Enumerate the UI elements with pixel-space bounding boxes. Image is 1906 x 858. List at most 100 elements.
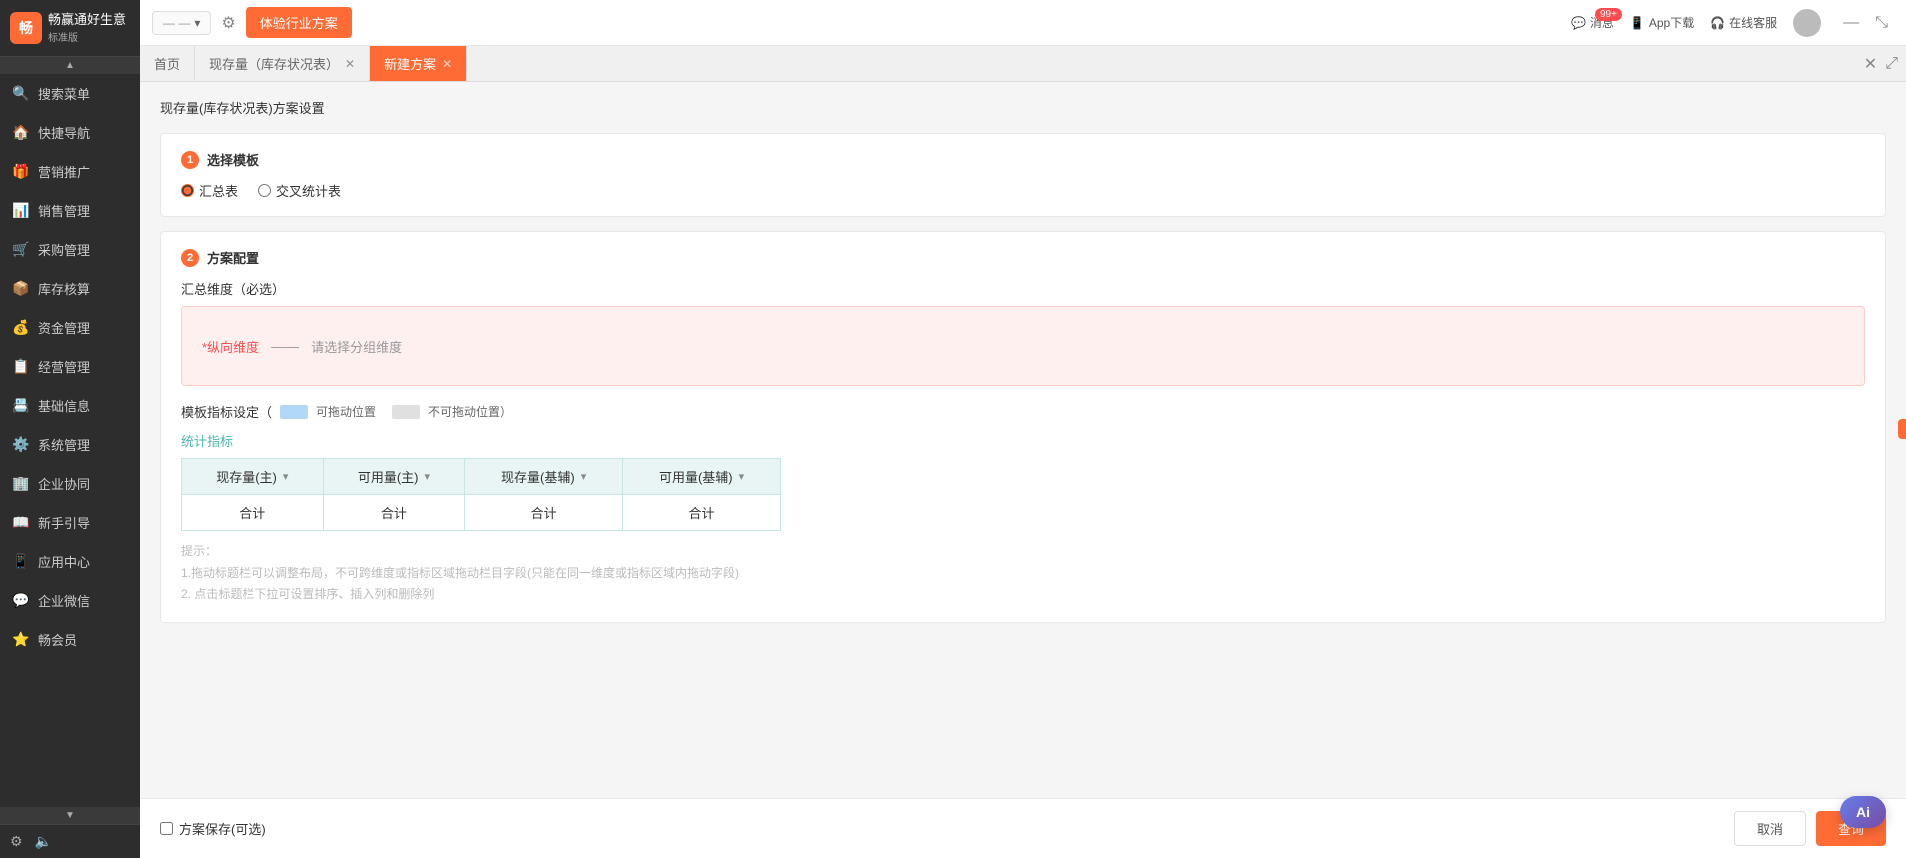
mobile-app-icon: 📱: [1630, 16, 1645, 30]
tab-inventory-close[interactable]: ✕: [345, 57, 355, 71]
clipboard-icon: 📋: [12, 358, 30, 375]
sidebar-item-purchase[interactable]: 🛒 采购管理: [0, 230, 140, 269]
sidebar-item-guide[interactable]: 📖 新手引导: [0, 503, 140, 542]
page-title: 现存量(库存状况表)方案设置: [160, 98, 1886, 117]
tab-new-scheme[interactable]: 新建方案 ✕: [370, 46, 467, 81]
building-icon: 🏢: [12, 475, 30, 492]
movable-label-text: 可拖动位置: [316, 403, 376, 420]
cart-icon: 🛒: [12, 241, 30, 258]
ai-bubble[interactable]: Ai: [1840, 796, 1886, 828]
close-icon: ✕: [1864, 54, 1877, 74]
topbar: — — ▾ ⚙ 体验行业方案 💬 消息 99+ 📱 App下载 🎧 在线客服 —: [140, 0, 1906, 46]
headset-icon: 🎧: [1710, 16, 1725, 30]
speaker-icon[interactable]: 🔈: [35, 833, 52, 850]
fixed-label-text: 不可拖动位置）: [428, 403, 512, 420]
radio-summary-input[interactable]: [181, 184, 194, 197]
sidebar-item-sales[interactable]: 📊 销售管理: [0, 191, 140, 230]
mobile-icon: 📱: [12, 553, 30, 570]
main-area: — — ▾ ⚙ 体验行业方案 💬 消息 99+ 📱 App下载 🎧 在线客服 —: [140, 0, 1906, 858]
gift-icon: 🎁: [12, 163, 30, 180]
sidebar-item-search[interactable]: 🔍 搜索菜单: [0, 74, 140, 113]
message-button[interactable]: 💬 消息 99+: [1571, 14, 1614, 31]
col-header-3[interactable]: 可用量(基辅) ▾: [623, 459, 781, 495]
fixed-badge: [392, 405, 420, 419]
trial-button[interactable]: 体验行业方案: [246, 7, 352, 38]
radio-cross[interactable]: 交叉统计表: [258, 181, 341, 200]
indicator-label: 模板指标设定（ 可拖动位置 不可拖动位置）: [181, 402, 1865, 421]
tab-new-scheme-close[interactable]: ✕: [442, 57, 452, 71]
chart-icon: 📊: [12, 202, 30, 219]
scheme-selector-text: — —: [163, 16, 190, 30]
online-service-button[interactable]: 🎧 在线客服: [1710, 14, 1777, 31]
message-icon: 💬: [1571, 16, 1586, 30]
tip-0: 1.拖动标题栏可以调整布局，不可跨维度或指标区域拖动栏目字段(只能在同一维度或指…: [181, 566, 739, 580]
money-icon: 💰: [12, 319, 30, 336]
settings-icon[interactable]: ⚙: [10, 833, 23, 850]
section2-title: 方案配置: [207, 248, 259, 267]
sidebar-item-basic[interactable]: 📇 基础信息: [0, 386, 140, 425]
chevron-3-icon: ▾: [739, 470, 745, 483]
sidebar-item-inventory[interactable]: 📦 库存核算: [0, 269, 140, 308]
footer-bar: 方案保存(可选) 取消 查询: [140, 798, 1906, 858]
right-panel-toggle[interactable]: [1898, 419, 1906, 439]
sidebar-item-system[interactable]: ⚙️ 系统管理: [0, 425, 140, 464]
movable-badge: [280, 405, 308, 419]
template-radio-group: 汇总表 交叉统计表: [181, 181, 1865, 200]
main-content: 现存量(库存状况表)方案设置 1 选择模板 汇总表 交叉统计表: [140, 82, 1906, 798]
topbar-gear-icon[interactable]: ⚙: [217, 9, 239, 37]
tab-home[interactable]: 首页: [140, 46, 195, 81]
app-download-button[interactable]: 📱 App下载: [1630, 14, 1694, 31]
dimension-label: 汇总维度（必选）: [181, 279, 1865, 298]
sidebar-scroll-up[interactable]: ▲: [0, 57, 140, 74]
step1-badge: 1: [181, 151, 199, 169]
sidebar-item-wechat[interactable]: 💬 企业微信: [0, 581, 140, 620]
scheme-selector[interactable]: — — ▾: [152, 11, 211, 35]
sidebar-scroll-down[interactable]: ▼: [0, 807, 140, 824]
save-option[interactable]: 方案保存(可选): [160, 819, 266, 838]
radio-summary[interactable]: 汇总表: [181, 181, 238, 200]
star-icon: ⭐: [12, 631, 30, 648]
section1-header: 1 选择模板: [181, 150, 1865, 169]
col-header-1[interactable]: 可用量(主) ▾: [323, 459, 465, 495]
cell-2: 合计: [465, 495, 623, 531]
sidebar-item-marketing[interactable]: 🎁 营销推广: [0, 152, 140, 191]
message-badge: 99+: [1595, 8, 1622, 21]
col-header-0[interactable]: 现存量(主) ▾: [182, 459, 324, 495]
sidebar-item-business[interactable]: 📋 经营管理: [0, 347, 140, 386]
section-template: 1 选择模板 汇总表 交叉统计表: [160, 133, 1886, 217]
sidebar-item-shortcut[interactable]: 🏠 快捷导航: [0, 113, 140, 152]
tip-1: 2. 点击标题栏下拉可设置排序、插入列和删除列: [181, 587, 434, 601]
gear-icon: ⚙️: [12, 436, 30, 453]
book-icon: 📖: [12, 514, 30, 531]
col-header-2[interactable]: 现存量(基辅) ▾: [465, 459, 623, 495]
user-avatar[interactable]: [1793, 9, 1821, 37]
tab-inventory[interactable]: 现存量（库存状况表） ✕: [195, 46, 370, 81]
topbar-right: 💬 消息 99+ 📱 App下载 🎧 在线客服 — ⤡: [1571, 9, 1894, 37]
topbar-left: — — ▾ ⚙ 体验行业方案: [152, 7, 1563, 38]
sidebar-item-member[interactable]: ⭐ 畅会员: [0, 620, 140, 659]
cell-3: 合计: [623, 495, 781, 531]
logo-icon: 畅: [10, 12, 42, 44]
dim-placeholder: 请选择分组维度: [311, 337, 402, 356]
search-icon: 🔍: [12, 85, 30, 102]
save-checkbox[interactable]: [160, 822, 173, 835]
chat-icon: 💬: [12, 592, 30, 609]
indicator-label-text: 模板指标设定（: [181, 402, 272, 421]
dim-arrow: ——: [271, 338, 299, 354]
chevron-2-icon: ▾: [581, 470, 587, 483]
tips-title: 提示：: [181, 544, 217, 558]
expand-button[interactable]: ⤡: [1869, 12, 1894, 34]
fullscreen-icon: ⤢: [1885, 55, 1898, 73]
radio-cross-input[interactable]: [258, 184, 271, 197]
vertical-dim-label: *纵向维度: [202, 337, 259, 356]
box-icon: 📦: [12, 280, 30, 297]
minimize-button[interactable]: —: [1837, 12, 1865, 34]
sidebar-item-appstore[interactable]: 📱 应用中心: [0, 542, 140, 581]
stats-table: 现存量(主) ▾ 可用量(主) ▾: [181, 458, 781, 531]
dimension-config-area[interactable]: *纵向维度 —— 请选择分组维度: [181, 306, 1865, 386]
sidebar-item-enterprise[interactable]: 🏢 企业协同: [0, 464, 140, 503]
home-icon: 🏠: [12, 124, 30, 141]
tab-expand-button[interactable]: ✕ ⤢: [1864, 54, 1898, 74]
sidebar-item-finance[interactable]: 💰 资金管理: [0, 308, 140, 347]
cancel-button[interactable]: 取消: [1734, 811, 1806, 846]
